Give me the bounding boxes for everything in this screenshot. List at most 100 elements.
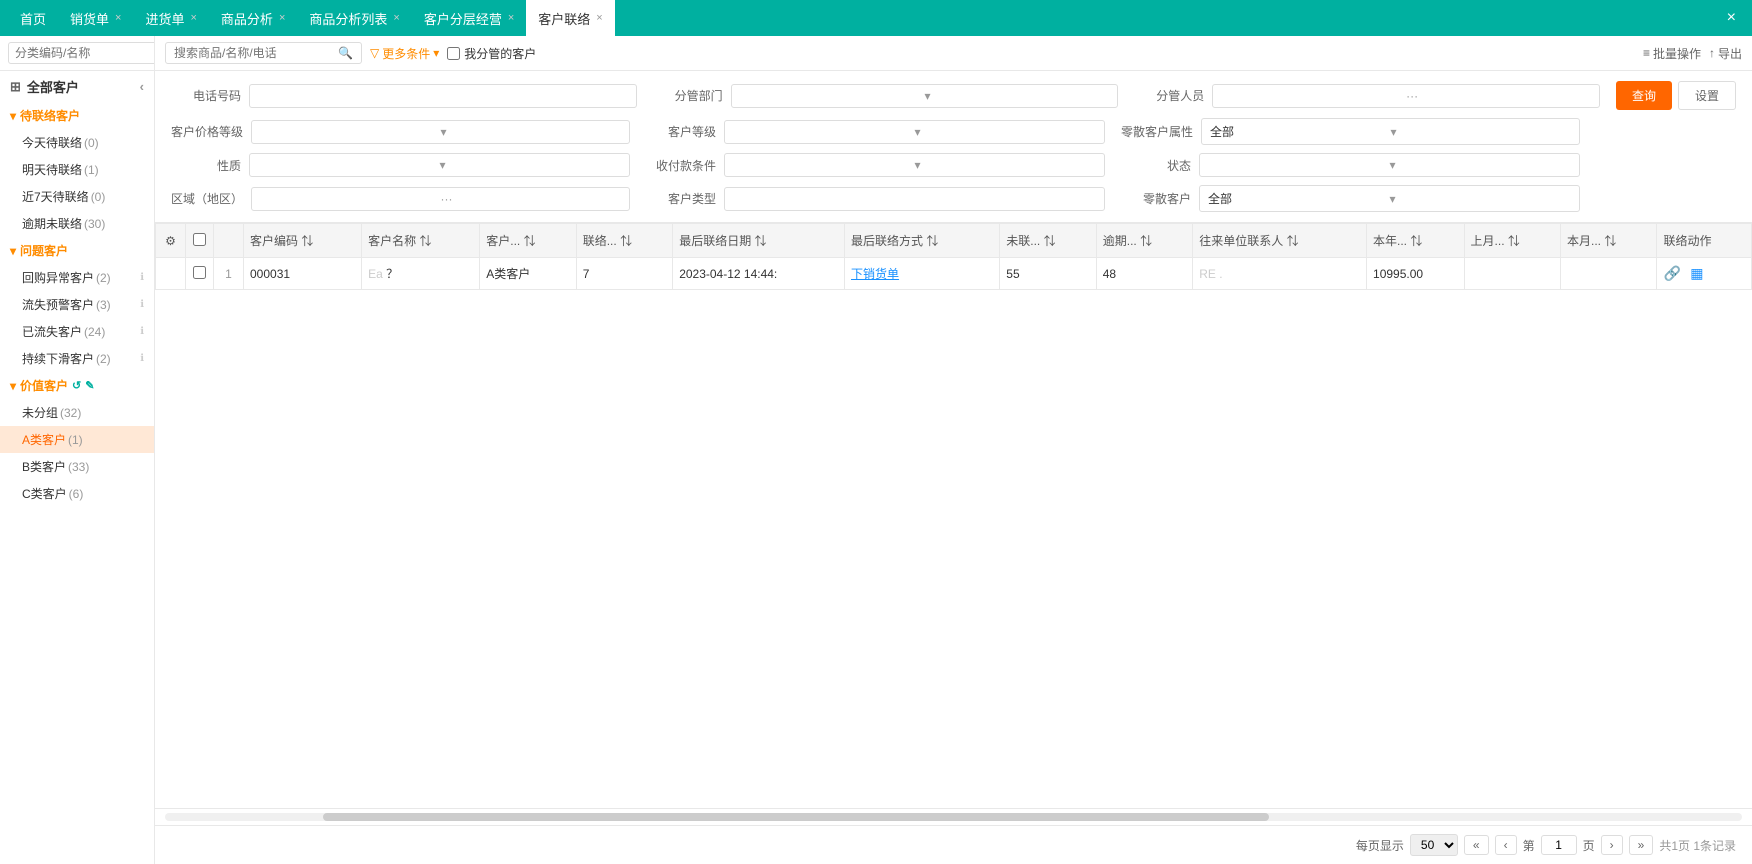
batch-ops-button[interactable]: ≡ 批量操作 bbox=[1643, 45, 1701, 62]
close-tab-product-list[interactable]: × bbox=[393, 12, 399, 24]
close-tab-purchase[interactable]: × bbox=[190, 12, 196, 24]
region-dots-icon[interactable]: ··· bbox=[437, 192, 622, 206]
filter-manager-select[interactable]: ··· bbox=[1212, 84, 1600, 108]
manager-dots-icon[interactable]: ··· bbox=[1402, 89, 1591, 103]
nav-tab-purchase[interactable]: 进货单 × bbox=[133, 0, 208, 36]
window-close-button[interactable]: × bbox=[1719, 9, 1744, 27]
sidebar-item-week[interactable]: 近7天待联络 (0) bbox=[0, 183, 154, 210]
column-name[interactable]: 客户名称 ⇅ bbox=[362, 224, 480, 258]
sidebar-group-pending[interactable]: ▾ 待联络客户 bbox=[0, 102, 154, 129]
row-checkbox-cell[interactable] bbox=[186, 258, 214, 290]
last-date-sort-icon: ⇅ bbox=[755, 234, 767, 248]
sidebar-item-churned[interactable]: 已流失客户 (24) ℹ bbox=[0, 318, 154, 345]
column-not-contacted[interactable]: 未联... ⇅ bbox=[1000, 224, 1096, 258]
nav-tab-product-analysis[interactable]: 商品分析 × bbox=[209, 0, 297, 36]
value-refresh-icon[interactable]: ↺ bbox=[72, 379, 81, 392]
value-edit-icon[interactable]: ✎ bbox=[85, 379, 94, 392]
my-customers-checkbox[interactable]: 我分管的客户 bbox=[447, 45, 536, 62]
column-last-month[interactable]: 上月... ⇅ bbox=[1464, 224, 1560, 258]
first-page-button[interactable]: « bbox=[1464, 835, 1489, 855]
row-name-question: ？ bbox=[386, 267, 398, 281]
last-page-button[interactable]: » bbox=[1629, 835, 1654, 855]
sidebar-item-churn-warning[interactable]: 流失预警客户 (3) ℹ bbox=[0, 291, 154, 318]
close-tab-product-analysis[interactable]: × bbox=[279, 12, 285, 24]
nav-tab-customer-segment[interactable]: 客户分层经营 × bbox=[412, 0, 526, 36]
sidebar-search-input[interactable] bbox=[8, 42, 155, 64]
sidebar-all-customers[interactable]: ⊞ 全部客户 ‹ bbox=[0, 71, 154, 102]
column-overdue[interactable]: 逾期... ⇅ bbox=[1096, 224, 1192, 258]
sidebar-collapse-icon[interactable]: ‹ bbox=[140, 79, 144, 94]
filter-nature-field: 性质 ▾ bbox=[171, 153, 630, 177]
filter-dept-select[interactable]: ▾ bbox=[731, 84, 1119, 108]
nav-tab-product-list[interactable]: 商品分析列表 × bbox=[297, 0, 411, 36]
sidebar-item-declining[interactable]: 持续下滑客户 (2) ℹ bbox=[0, 345, 154, 372]
filter-price-level-select[interactable]: ▾ bbox=[251, 120, 630, 144]
column-this-month[interactable]: 本月... ⇅ bbox=[1561, 224, 1657, 258]
sidebar-item-tomorrow[interactable]: 明天待联络 (1) bbox=[0, 156, 154, 183]
sidebar-item-repurchase-anomaly[interactable]: 回购异常客户 (2) ℹ bbox=[0, 264, 154, 291]
column-code[interactable]: 客户编码 ⇅ bbox=[244, 224, 362, 258]
page-sep: 页 bbox=[1583, 837, 1595, 854]
filter-cust-level-select[interactable]: ▾ bbox=[724, 120, 1105, 144]
page-number-input[interactable] bbox=[1541, 835, 1577, 855]
column-contact-count[interactable]: 联络... ⇅ bbox=[576, 224, 672, 258]
close-tab-customer-contact[interactable]: × bbox=[596, 12, 602, 24]
sidebar-group-value[interactable]: ▾ 价值客户 ↺ ✎ bbox=[0, 372, 154, 399]
sidebar-item-class-c[interactable]: C类客户 (6) bbox=[0, 480, 154, 507]
filter-nature-select[interactable]: ▾ bbox=[249, 153, 630, 177]
sidebar-item-class-a[interactable]: A类客户 (1) bbox=[0, 426, 154, 453]
action-qr-icon[interactable]: ▦ bbox=[1690, 265, 1703, 281]
column-this-year[interactable]: 本年... ⇅ bbox=[1367, 224, 1465, 258]
select-all-checkbox[interactable] bbox=[193, 233, 206, 246]
next-page-button[interactable]: › bbox=[1601, 835, 1623, 855]
export-icon: ↑ bbox=[1709, 46, 1715, 60]
not-contacted-sort-icon: ⇅ bbox=[1044, 234, 1056, 248]
row-checkbox[interactable] bbox=[193, 266, 206, 279]
column-gear[interactable]: ⚙ bbox=[156, 224, 186, 258]
filter-cust-type-input[interactable] bbox=[724, 187, 1105, 211]
filter-search-input[interactable] bbox=[174, 46, 334, 60]
filter-payment-select[interactable]: ▾ bbox=[724, 153, 1105, 177]
sidebar-item-ungrouped[interactable]: 未分组 (32) bbox=[0, 399, 154, 426]
prev-page-button[interactable]: ‹ bbox=[1495, 835, 1517, 855]
filter-status-select[interactable]: ▾ bbox=[1199, 153, 1580, 177]
nav-home[interactable]: 首页 bbox=[8, 9, 58, 28]
table-wrapper[interactable]: ⚙ 客户编码 ⇅ 客户名称 bbox=[155, 223, 1752, 808]
filter-retail-select[interactable]: 全部 ▾ bbox=[1199, 185, 1580, 212]
close-tab-customer-segment[interactable]: × bbox=[508, 12, 514, 24]
action-link-icon[interactable]: 🔗 bbox=[1663, 265, 1680, 281]
sidebar-item-class-b[interactable]: B类客户 (33) bbox=[0, 453, 154, 480]
close-tab-sales[interactable]: × bbox=[115, 12, 121, 24]
per-page-select[interactable]: 50 bbox=[1410, 834, 1458, 856]
query-button[interactable]: 查询 bbox=[1616, 81, 1672, 110]
table-row: 1 000031 Ea ？ A类客户 7 2023-04-12 14:44: 下… bbox=[156, 258, 1752, 290]
sidebar-group-problem[interactable]: ▾ 问题客户 bbox=[0, 237, 154, 264]
column-checkbox[interactable] bbox=[186, 224, 214, 258]
sidebar-item-today[interactable]: 今天待联络 (0) bbox=[0, 129, 154, 156]
filter-region-select[interactable]: ··· bbox=[251, 187, 630, 211]
filter-more-button[interactable]: ▽ 更多条件 ▾ bbox=[370, 45, 439, 62]
table-header-row: ⚙ 客户编码 ⇅ 客户名称 bbox=[156, 224, 1752, 258]
horizontal-scrollbar[interactable] bbox=[165, 813, 1742, 821]
filter-row-4: 区域（地区） ··· 客户类型 零散客户 全部 ▾ bbox=[171, 185, 1736, 212]
row-contact-person: RE . bbox=[1199, 267, 1222, 281]
column-last-method[interactable]: 最后联络方式 ⇅ bbox=[845, 224, 1000, 258]
filter-phone-input[interactable] bbox=[249, 84, 637, 108]
export-button[interactable]: ↑ 导出 bbox=[1709, 45, 1742, 62]
my-customers-check-input[interactable] bbox=[447, 47, 460, 60]
this-year-sort-icon: ⇅ bbox=[1410, 234, 1422, 248]
filter-status-label: 状态 bbox=[1121, 157, 1191, 174]
nav-tab-customer-contact[interactable]: 客户联络 × bbox=[526, 0, 614, 36]
column-level[interactable]: 客户... ⇅ bbox=[480, 224, 576, 258]
column-last-date[interactable]: 最后联络日期 ⇅ bbox=[673, 224, 845, 258]
row-last-method-cell[interactable]: 下销货单 bbox=[845, 258, 1000, 290]
horizontal-scrollbar-thumb[interactable] bbox=[323, 813, 1269, 821]
nav-tab-sales[interactable]: 销货单 × bbox=[58, 0, 133, 36]
sidebar-item-overdue[interactable]: 逾期未联络 (30) bbox=[0, 210, 154, 237]
filter-search-icon[interactable]: 🔍 bbox=[338, 46, 353, 60]
settings-button[interactable]: 设置 bbox=[1678, 81, 1736, 110]
last-method-link[interactable]: 下销货单 bbox=[851, 267, 899, 281]
column-contact-person[interactable]: 往来单位联系人 ⇅ bbox=[1193, 224, 1367, 258]
filter-retail-attr-select[interactable]: 全部 ▾ bbox=[1201, 118, 1580, 145]
row-level-cell: A类客户 bbox=[480, 258, 576, 290]
